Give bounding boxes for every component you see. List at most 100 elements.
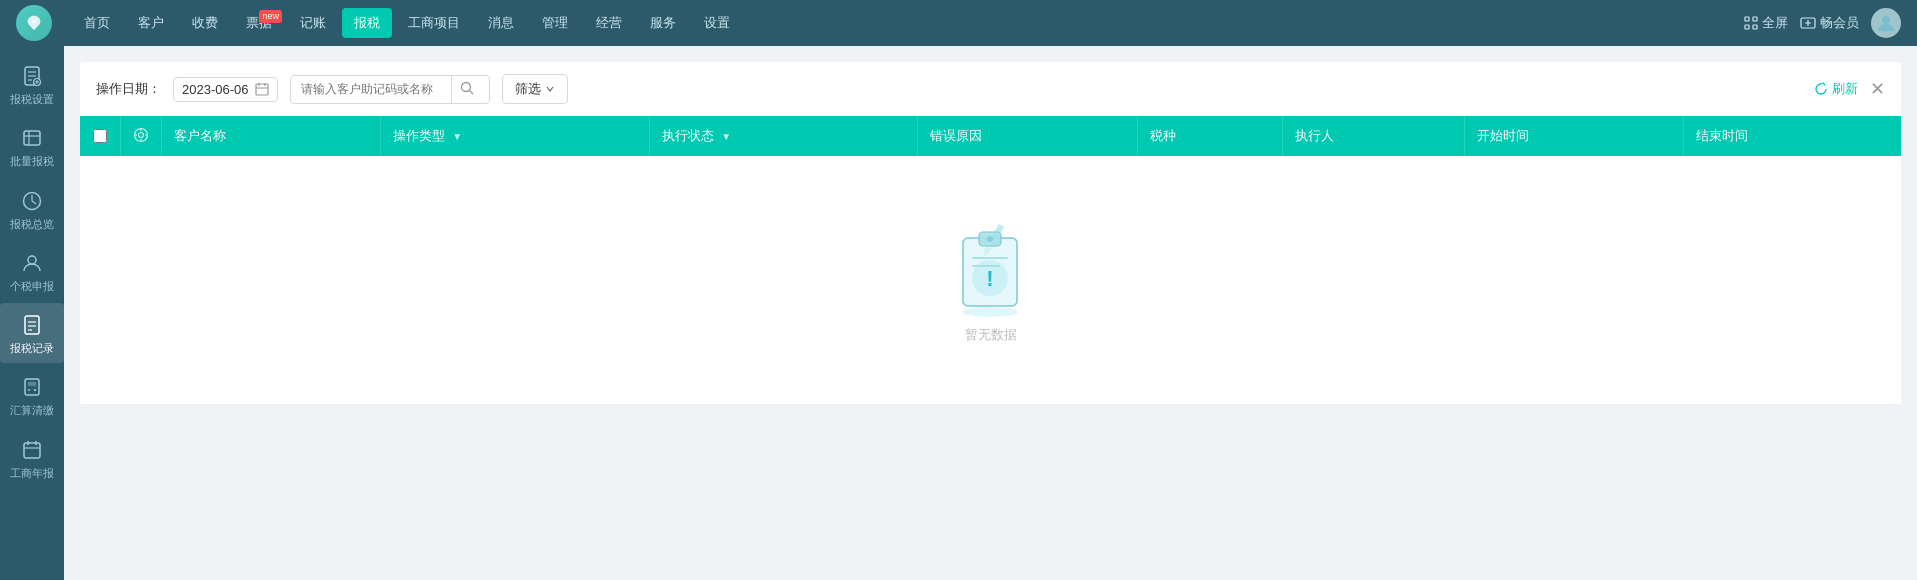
- svg-text:!: !: [986, 266, 993, 291]
- empty-illustration: !: [941, 216, 1041, 326]
- main-content: 操作日期： 2023-06-06: [64, 46, 1917, 580]
- svg-rect-28: [24, 443, 40, 458]
- data-table: 客户名称 操作类型 ▼ 执行状态 ▼ 错误原因 税种 执行人 开始时间 结束时间: [80, 116, 1901, 405]
- close-button[interactable]: ✕: [1870, 80, 1885, 98]
- nav-item-service[interactable]: 服务: [638, 8, 688, 38]
- sidebar-item-label: 批量报税: [10, 154, 54, 168]
- svg-point-36: [461, 82, 470, 91]
- svg-point-52: [987, 236, 993, 242]
- svg-line-37: [469, 90, 473, 94]
- main-layout: 报税设置批量报税报税总览个税申报报税记录汇算清缴工商年报 操作日期： 2023-…: [0, 46, 1917, 580]
- table-container: 操作日期： 2023-06-06: [80, 62, 1901, 405]
- nav-item-economy[interactable]: 经营: [584, 8, 634, 38]
- nav-item-home[interactable]: 首页: [72, 8, 122, 38]
- sidebar-item-calculation[interactable]: 汇算清缴: [0, 365, 64, 425]
- fullscreen-button[interactable]: 全屏: [1744, 14, 1788, 32]
- svg-point-57: [962, 307, 1018, 317]
- select-all-checkbox[interactable]: [93, 129, 107, 143]
- sidebar-item-annual-report[interactable]: 工商年报: [0, 428, 64, 488]
- header-exec-status[interactable]: 执行状态 ▼: [649, 116, 918, 156]
- header-end-time: 结束时间: [1683, 116, 1901, 156]
- svg-rect-1: [1745, 17, 1749, 21]
- fullscreen-label: 全屏: [1762, 14, 1788, 32]
- svg-rect-19: [25, 316, 39, 334]
- toolbar-right: 刷新 ✕: [1814, 80, 1885, 98]
- svg-rect-23: [25, 379, 39, 395]
- svg-point-0: [32, 19, 37, 24]
- nav-item-manage[interactable]: 管理: [530, 8, 580, 38]
- search-box: [290, 75, 490, 104]
- date-picker[interactable]: 2023-06-06: [173, 77, 278, 102]
- header-tax-type: 税种: [1137, 116, 1282, 156]
- svg-point-18: [28, 256, 36, 264]
- user-avatar[interactable]: [1871, 8, 1901, 38]
- sidebar-item-label: 个税申报: [10, 279, 54, 293]
- date-label: 操作日期：: [96, 80, 161, 98]
- svg-point-39: [138, 132, 143, 137]
- nav-item-bookkeeping[interactable]: 记账: [288, 8, 338, 38]
- nav-item-industry[interactable]: 工商项目: [396, 8, 472, 38]
- sidebar-item-label: 报税记录: [10, 341, 54, 355]
- op-type-sort-icon: ▼: [452, 131, 462, 142]
- svg-point-6: [1882, 16, 1890, 24]
- sidebar-item-tax-records[interactable]: 报税记录: [0, 303, 64, 363]
- sidebar-item-batch-tax[interactable]: 批量报税: [0, 116, 64, 176]
- svg-rect-32: [256, 84, 268, 95]
- nav-item-invoice[interactable]: 票据new: [234, 8, 284, 38]
- svg-rect-3: [1745, 25, 1749, 29]
- header-customer: 客户名称: [161, 116, 380, 156]
- nav-item-billing[interactable]: 收费: [180, 8, 230, 38]
- header-executor: 执行人: [1282, 116, 1464, 156]
- header-row: 客户名称 操作类型 ▼ 执行状态 ▼ 错误原因 税种 执行人 开始时间 结束时间: [80, 116, 1901, 156]
- sidebar-item-tax-settings[interactable]: 报税设置: [0, 54, 64, 114]
- empty-cell: ! 暂无数据: [80, 156, 1901, 405]
- doc-settings-icon: [20, 64, 44, 88]
- sidebar-item-label: 报税设置: [10, 92, 54, 106]
- app-logo[interactable]: [16, 5, 52, 41]
- search-input[interactable]: [291, 77, 451, 101]
- table-body: ! 暂无数据: [80, 156, 1901, 405]
- top-nav: 首页客户收费票据new记账报税工商项目消息管理经营服务设置 全屏 畅会员: [0, 0, 1917, 46]
- nav-item-customer[interactable]: 客户: [126, 8, 176, 38]
- svg-rect-24: [28, 382, 36, 386]
- nav-item-message[interactable]: 消息: [476, 8, 526, 38]
- overview-icon: [20, 189, 44, 213]
- nav-right: 全屏 畅会员: [1744, 8, 1901, 38]
- sidebar: 报税设置批量报税报税总览个税申报报税记录汇算清缴工商年报: [0, 46, 64, 580]
- filter-label: 筛选: [515, 80, 541, 98]
- table-header: 客户名称 操作类型 ▼ 执行状态 ▼ 错误原因 税种 执行人 开始时间 结束时间: [80, 116, 1901, 156]
- header-checkbox-col: [80, 116, 120, 156]
- empty-state: ! 暂无数据: [92, 156, 1889, 404]
- search-button[interactable]: [451, 76, 482, 103]
- sidebar-item-tax-overview[interactable]: 报税总览: [0, 179, 64, 239]
- date-value: 2023-06-06: [182, 82, 249, 97]
- member-button[interactable]: 畅会员: [1800, 14, 1859, 32]
- refresh-button[interactable]: 刷新: [1814, 80, 1858, 98]
- svg-rect-4: [1753, 25, 1757, 29]
- records-icon: [20, 313, 44, 337]
- annual-icon: [20, 438, 44, 462]
- header-error-reason: 错误原因: [918, 116, 1137, 156]
- sidebar-item-label: 报税总览: [10, 217, 54, 231]
- calc-icon: [20, 375, 44, 399]
- header-settings-col[interactable]: [120, 116, 161, 156]
- batch-icon: [20, 126, 44, 150]
- svg-rect-2: [1753, 17, 1757, 21]
- svg-rect-14: [24, 131, 40, 145]
- header-op-type[interactable]: 操作类型 ▼: [380, 116, 649, 156]
- sidebar-item-personal-tax[interactable]: 个税申报: [0, 241, 64, 301]
- toolbar: 操作日期： 2023-06-06: [80, 62, 1901, 116]
- empty-row: ! 暂无数据: [80, 156, 1901, 405]
- nav-item-settings[interactable]: 设置: [692, 8, 742, 38]
- filter-button[interactable]: 筛选: [502, 74, 568, 104]
- header-start-time: 开始时间: [1464, 116, 1683, 156]
- exec-status-sort-icon: ▼: [721, 131, 731, 142]
- sidebar-item-label: 工商年报: [10, 466, 54, 480]
- nav-item-tax[interactable]: 报税: [342, 8, 392, 38]
- nav-menu: 首页客户收费票据new记账报税工商项目消息管理经营服务设置: [72, 8, 1744, 38]
- empty-text: 暂无数据: [965, 326, 1017, 344]
- person-icon: [20, 251, 44, 275]
- refresh-label: 刷新: [1832, 80, 1858, 98]
- sidebar-item-label: 汇算清缴: [10, 403, 54, 417]
- badge-new: new: [259, 10, 282, 23]
